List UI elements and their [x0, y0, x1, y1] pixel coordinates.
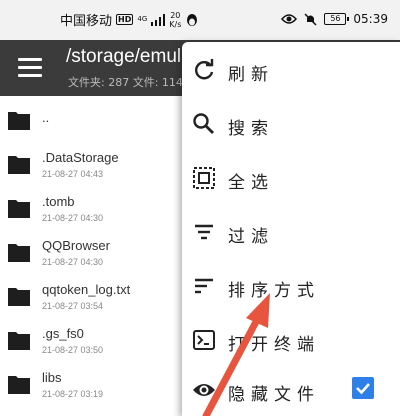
clock: 05:39: [353, 12, 388, 26]
sort-icon: [195, 278, 213, 294]
list-item[interactable]: .tomb 21-08-27 04:30: [0, 188, 200, 232]
file-list: .. .DataStorage 21-08-27 04:43 .tomb 21-…: [0, 100, 200, 408]
menu-item-label: 全选: [228, 173, 274, 193]
checkmark-icon: [356, 383, 370, 395]
menu-item-label: 刷新: [228, 65, 274, 85]
list-item[interactable]: QQBrowser 21-08-27 04:30: [0, 232, 200, 276]
folder-icon: [8, 376, 30, 394]
file-time: 21-08-27 03:19: [42, 389, 104, 399]
file-time: 21-08-27 04:43: [42, 169, 104, 179]
status-right: 56 05:39: [281, 12, 388, 26]
menu-item-hidden-files[interactable]: 隐藏文件: [182, 364, 400, 416]
file-name: .tomb: [42, 194, 75, 209]
hidden-files-checkbox[interactable]: [352, 377, 374, 399]
net-speed-unit: K/s: [169, 19, 182, 29]
list-item[interactable]: libs 21-08-27 03:19: [0, 364, 200, 408]
folder-icon: [8, 156, 30, 174]
menu-hamburger-icon[interactable]: [18, 58, 42, 78]
list-item[interactable]: .gs_fs0 21-08-27 03:50: [0, 320, 200, 364]
file-name: ..: [42, 110, 50, 125]
network-type: 4G: [137, 15, 148, 23]
list-item[interactable]: qqtoken_log.txt 21-08-27 03:54: [0, 276, 200, 320]
menu-item-label: 排序方式: [228, 281, 320, 301]
terminal-icon: [193, 330, 215, 350]
net-speed-value: 20: [170, 10, 181, 20]
battery-icon: 56: [324, 13, 350, 25]
eye-comfort-icon: [281, 14, 298, 24]
file-icon: [8, 288, 30, 306]
menu-item-filter[interactable]: 过滤: [182, 206, 400, 258]
status-bar: 中国移动 HD 4G 20 K/s 56 05:39: [0, 0, 400, 40]
file-time: 21-08-27 04:30: [42, 257, 104, 267]
mute-bell-icon: [304, 12, 317, 26]
list-item[interactable]: ..: [0, 100, 200, 144]
status-left: 中国移动 HD 4G 20 K/s: [60, 10, 199, 29]
menu-item-refresh[interactable]: 刷新: [182, 44, 400, 96]
eye-icon: [193, 384, 215, 396]
qq-penguin-icon: [187, 13, 198, 26]
file-name: .gs_fs0: [42, 326, 84, 341]
signal-icon: [151, 13, 166, 26]
file-name: QQBrowser: [42, 238, 110, 253]
menu-item-sort[interactable]: 排序方式: [182, 260, 400, 312]
menu-item-label: 过滤: [228, 227, 274, 247]
file-name: libs: [42, 370, 62, 385]
net-speed: 20 K/s: [169, 11, 181, 29]
overflow-menu: 刷新 搜索 全选 过滤 排序方式 打开终端 隐藏文件: [182, 42, 400, 416]
file-name: qqtoken_log.txt: [42, 282, 131, 297]
carrier-label: 中国移动: [60, 14, 113, 29]
file-time: 21-08-27 04:30: [42, 213, 104, 223]
folder-icon: [8, 332, 30, 350]
menu-item-label: 搜索: [228, 119, 274, 139]
list-item[interactable]: .DataStorage 21-08-27 04:43: [0, 144, 200, 188]
folder-file-stats: 文件夹: 287 文件: 114: [68, 76, 183, 89]
hd-badge: HD: [116, 14, 134, 25]
select-all-icon: [193, 167, 215, 189]
refresh-icon: [195, 59, 214, 80]
folder-icon: [8, 200, 30, 218]
folder-icon: [8, 112, 30, 130]
menu-item-label: 隐藏文件: [228, 385, 320, 405]
file-name: .DataStorage: [42, 150, 119, 165]
file-time: 21-08-27 03:54: [42, 301, 104, 311]
menu-item-select-all[interactable]: 全选: [182, 152, 400, 204]
filter-icon: [195, 224, 213, 240]
menu-item-search[interactable]: 搜索: [182, 98, 400, 150]
file-time: 21-08-27 03:50: [42, 345, 104, 355]
folder-icon: [8, 244, 30, 262]
menu-item-terminal[interactable]: 打开终端: [182, 314, 400, 366]
menu-item-label: 打开终端: [228, 335, 320, 355]
search-icon: [193, 113, 214, 134]
